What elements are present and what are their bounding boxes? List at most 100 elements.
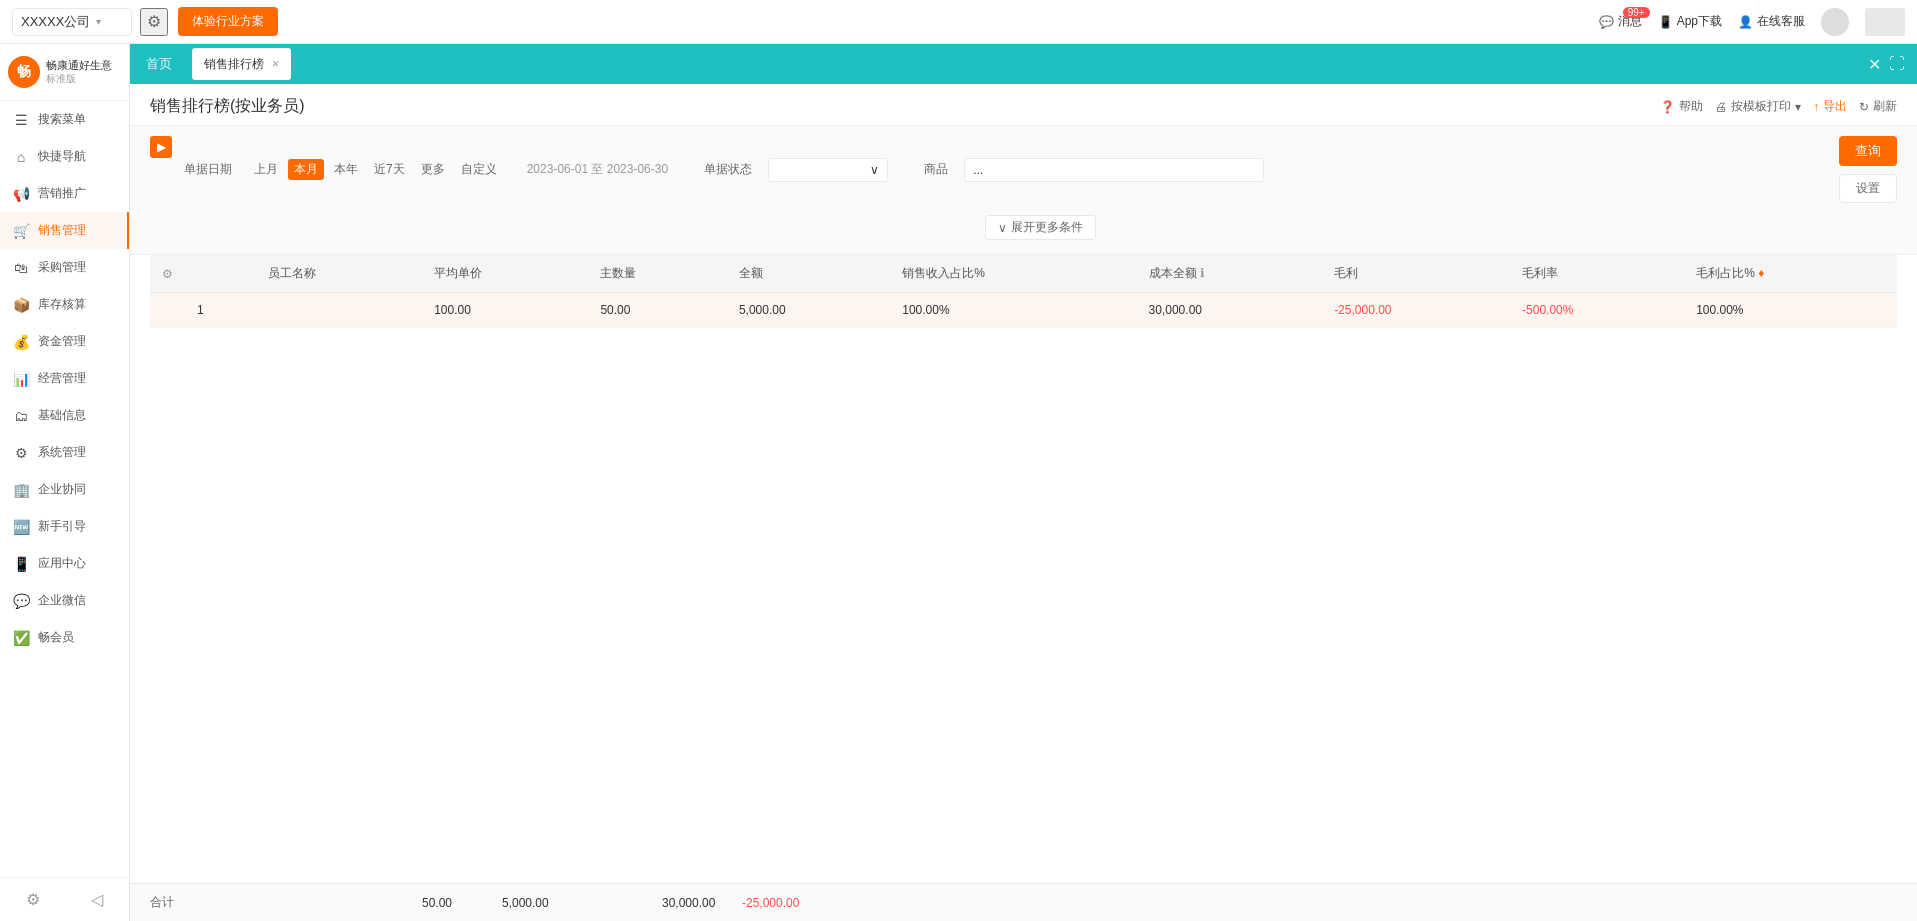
cell-sales-pct: 100.00%	[890, 293, 1136, 328]
tab-close-icon[interactable]: ×	[272, 57, 279, 71]
expand-conditions-button[interactable]: ∨ 展开更多条件	[985, 215, 1096, 240]
col-rank	[185, 255, 256, 293]
sidebar-logo: 畅 畅康通好生意 标准版	[0, 44, 129, 101]
goods-label: 商品	[924, 161, 948, 178]
help-icon: ❓	[1660, 100, 1675, 114]
new-icon: 🆕	[12, 519, 30, 535]
cell-amount: 5,000.00	[727, 293, 890, 328]
print-chevron-icon: ▾	[1795, 100, 1801, 114]
col-profit-pct: 毛利占比% ♦	[1684, 255, 1897, 293]
table-footer: 合计 50.00 5,000.00 30,000.00 -25,000.00	[130, 883, 1917, 921]
cell-quantity: 50.00	[588, 293, 727, 328]
sidebar-item-marketing[interactable]: 📢 营销推广	[0, 175, 129, 212]
col-profit: 毛利	[1322, 255, 1510, 293]
export-button[interactable]: ↑ 导出	[1813, 98, 1847, 115]
date-btn-7days[interactable]: 近7天	[368, 159, 411, 180]
phone-icon: 📱	[12, 556, 30, 572]
chevron-down-icon: ▾	[96, 16, 101, 27]
sales-table: ⚙ 员工名称 平均单价 主数量 全额 销售收入占比% 成本全额 ℹ 毛利 毛利率	[150, 255, 1897, 328]
sidebar-item-wechat[interactable]: 💬 企业微信	[0, 582, 129, 619]
company-selector[interactable]: XXXXX公司 ▾	[12, 8, 132, 36]
date-btn-this-month[interactable]: 本月	[288, 159, 324, 180]
sidebar-settings-button[interactable]: ⚙	[18, 886, 48, 913]
refresh-icon: ↻	[1859, 100, 1869, 114]
tab-close-window-icon[interactable]: ✕	[1868, 55, 1881, 74]
status-chevron-icon: ∨	[870, 163, 879, 177]
footer-profit: -25,000.00	[730, 896, 811, 910]
folder-icon: 🗂	[12, 408, 30, 424]
cost-info-icon[interactable]: ℹ	[1200, 266, 1205, 280]
sidebar-item-guide[interactable]: 🆕 新手引导	[0, 508, 129, 545]
sidebar-item-appstore[interactable]: 📱 应用中心	[0, 545, 129, 582]
sidebar-item-inventory[interactable]: 📦 库存核算	[0, 286, 129, 323]
goods-input[interactable]: ...	[964, 158, 1264, 182]
sidebar-item-operations[interactable]: 📊 经营管理	[0, 360, 129, 397]
chart-icon: 📊	[12, 371, 30, 387]
app-icon: 📱	[1658, 15, 1673, 29]
query-button[interactable]: 查询	[1839, 136, 1897, 166]
sidebar-item-system[interactable]: ⚙ 系统管理	[0, 434, 129, 471]
print-icon: 🖨	[1715, 100, 1727, 114]
col-sales-pct: 销售收入占比%	[890, 255, 1136, 293]
tab-expand-icon[interactable]: ⛶	[1889, 55, 1905, 73]
logo-sub: 标准版	[46, 72, 112, 86]
app-download-button[interactable]: 📱 App下载	[1658, 13, 1722, 30]
table-row: 1 100.00 50.00 5,000.00 100.00% 30,000.0…	[150, 293, 1897, 328]
help-button[interactable]: ❓ 帮助	[1660, 98, 1703, 115]
footer-cost: 30,000.00	[650, 896, 730, 910]
sidebar-item-enterprise[interactable]: 🏢 企业协同	[0, 471, 129, 508]
wechat-icon: 💬	[12, 593, 30, 609]
service-icon: 👤	[1738, 15, 1753, 29]
cell-rank: 1	[185, 293, 256, 328]
sidebar-item-quick-nav[interactable]: ⌂ 快捷导航	[0, 138, 129, 175]
home-icon: ⌂	[12, 149, 30, 165]
message-badge: 99+	[1623, 7, 1650, 18]
date-range: 2023-06-01 至 2023-06-30	[527, 161, 668, 178]
footer-label: 合计	[150, 894, 330, 911]
cell-profit-rate: -500.00%	[1510, 293, 1684, 328]
tab-home[interactable]: 首页	[130, 44, 188, 84]
online-service-button[interactable]: 👤 在线客服	[1738, 13, 1805, 30]
message-button[interactable]: 💬 消息 99+	[1599, 13, 1642, 30]
cell-employee	[256, 293, 422, 328]
date-label: 单据日期	[184, 161, 232, 178]
sidebar-item-purchase[interactable]: 🛍 采购管理	[0, 249, 129, 286]
col-amount: 全额	[727, 255, 890, 293]
sidebar-item-member[interactable]: ✅ 畅会员	[0, 619, 129, 656]
building-icon: 🏢	[12, 482, 30, 498]
logo-text: 畅康通好生意	[46, 58, 112, 72]
settings-button[interactable]: 设置	[1839, 174, 1897, 203]
col-quantity: 主数量	[588, 255, 727, 293]
cell-cost: 30,000.00	[1137, 293, 1323, 328]
tab-sales-ranking[interactable]: 销售排行榜 ×	[192, 48, 291, 80]
sidebar-collapse-button[interactable]: ◁	[83, 886, 111, 913]
date-btn-this-year[interactable]: 本年	[328, 159, 364, 180]
export-icon: ↑	[1813, 100, 1819, 114]
sidebar-item-basic[interactable]: 🗂 基础信息	[0, 397, 129, 434]
date-btn-more[interactable]: 更多	[415, 159, 451, 180]
message-icon: 💬	[1599, 15, 1614, 29]
footer-amount: 5,000.00	[490, 896, 570, 910]
megaphone-icon: 📢	[12, 186, 30, 202]
refresh-button[interactable]: ↻ 刷新	[1859, 98, 1897, 115]
col-settings[interactable]: ⚙	[150, 255, 185, 293]
col-profit-rate: 毛利率	[1510, 255, 1684, 293]
date-btn-custom[interactable]: 自定义	[455, 159, 503, 180]
cell-settings	[150, 293, 185, 328]
sidebar-item-sales[interactable]: 🛒 销售管理	[0, 212, 129, 249]
col-cost: 成本全额 ℹ	[1137, 255, 1323, 293]
member-icon: ✅	[12, 630, 30, 646]
status-dropdown[interactable]: ∨	[768, 158, 888, 182]
settings-icon[interactable]: ⚙	[140, 8, 168, 36]
filter-toggle-button[interactable]: ▶	[150, 136, 172, 158]
date-btn-last-month[interactable]: 上月	[248, 159, 284, 180]
trial-button[interactable]: 体验行业方案	[178, 7, 278, 36]
sidebar-item-search[interactable]: ☰ 搜索菜单	[0, 101, 129, 138]
company-name: XXXXX公司	[21, 13, 90, 31]
money-icon: 💰	[12, 334, 30, 350]
avatar[interactable]	[1821, 8, 1849, 36]
goods-more-icon: ...	[973, 163, 983, 177]
sidebar-item-finance[interactable]: 💰 资金管理	[0, 323, 129, 360]
user-name	[1865, 8, 1905, 36]
print-button[interactable]: 🖨 按模板打印 ▾	[1715, 98, 1801, 115]
